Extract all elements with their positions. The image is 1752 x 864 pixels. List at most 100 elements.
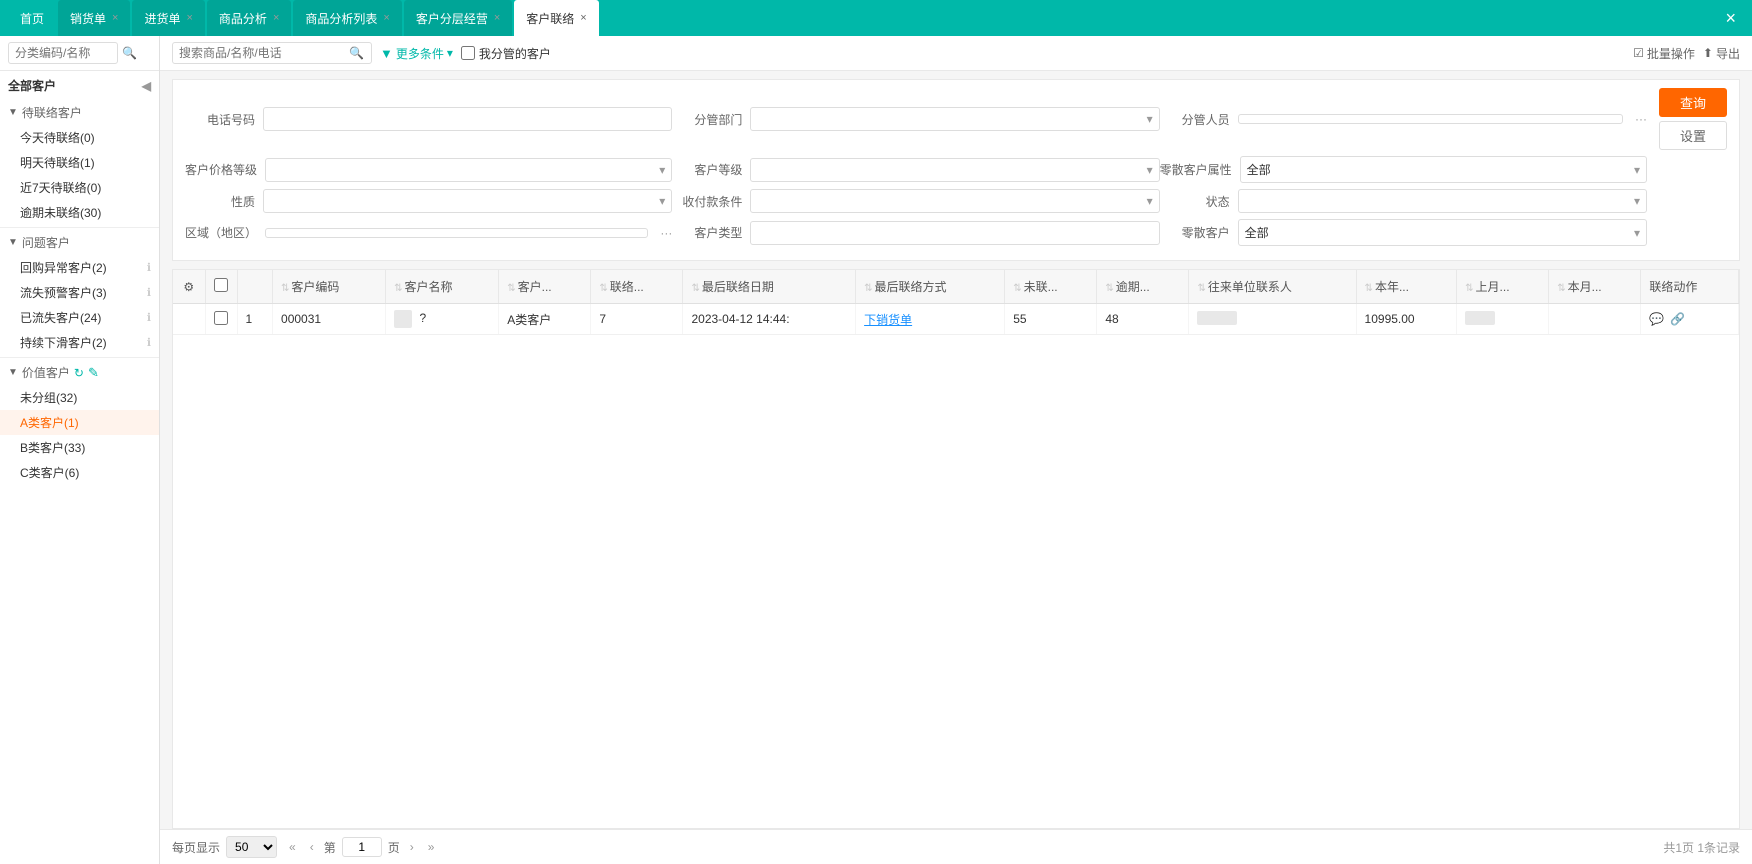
sidebar-search-input[interactable]: [8, 42, 118, 64]
sidebar-section-pending[interactable]: ▼ 待联络客户: [0, 100, 159, 125]
filter-dept-label: 分管部门: [672, 111, 742, 128]
filter-retail-customer-select[interactable]: 全部 ▾: [1238, 219, 1647, 246]
nav-tab-customer-contact[interactable]: 客户联络 ×: [514, 0, 598, 36]
page-first-button[interactable]: «: [285, 838, 300, 856]
setting-button[interactable]: 设置: [1659, 121, 1727, 150]
sidebar-item-c-class[interactable]: C类客户(6): [0, 460, 159, 485]
th-settings[interactable]: ⚙: [173, 270, 205, 304]
table-row: 1 000031 ? A类客户 7 2023-04-12 14:44: 下销货单…: [173, 304, 1739, 335]
section-value-refresh-icon[interactable]: ↻: [74, 366, 84, 380]
last-contact-method-link[interactable]: 下销货单: [864, 313, 912, 327]
nav-tab-home[interactable]: 首页: [8, 0, 56, 36]
page-prev-button[interactable]: ‹: [306, 838, 318, 856]
sidebar-item-repurchase-label: 回购异常客户(2): [20, 259, 107, 276]
filter-price-grade-select[interactable]: ▾: [265, 158, 672, 182]
filter-manager-select[interactable]: [1238, 114, 1623, 124]
th-no-contact-days[interactable]: ⇅未联...: [1005, 270, 1097, 304]
batch-ops-button[interactable]: ☑ 批量操作: [1633, 45, 1695, 62]
sidebar-section-problem[interactable]: ▼ 问题客户: [0, 230, 159, 255]
nav-tab-product-list[interactable]: 商品分析列表 ×: [293, 0, 401, 36]
page-size-select[interactable]: 50 100: [226, 836, 277, 858]
td-this-month: [1549, 304, 1641, 335]
sidebar-collapse-icon[interactable]: ◀: [142, 79, 151, 93]
filter-customer-type-input[interactable]: [750, 221, 1159, 245]
export-button[interactable]: ⬆ 导出: [1703, 45, 1740, 62]
sort-customer-code-icon: ⇅: [281, 283, 289, 294]
section-problem-label: 问题客户: [22, 234, 70, 251]
toolbar-search-input[interactable]: [179, 46, 349, 60]
close-sales-tab[interactable]: ×: [112, 12, 118, 24]
close-purchase-tab[interactable]: ×: [186, 12, 192, 24]
sidebar-item-repurchase-abnormal[interactable]: 回购异常客户(2) ℹ: [0, 255, 159, 280]
nav-tab-product-analysis[interactable]: 商品分析 ×: [207, 0, 291, 36]
sidebar-item-today[interactable]: 今天待联络(0): [0, 125, 159, 150]
filter-retail-attr-select[interactable]: 全部 ▾: [1240, 156, 1647, 183]
sidebar-search-icon[interactable]: 🔍: [122, 46, 137, 60]
sidebar-item-churn-warning[interactable]: 流失预警客户(3) ℹ: [0, 280, 159, 305]
sidebar-item-overdue[interactable]: 逾期未联络(30): [0, 200, 159, 225]
action-link-icon[interactable]: 🔗: [1670, 312, 1685, 326]
filter-phone-input[interactable]: [263, 107, 672, 131]
nav-tab-sales[interactable]: 销货单 ×: [58, 0, 130, 36]
filter-status-select[interactable]: ▾: [1238, 189, 1647, 213]
section-value-edit-icon[interactable]: ✎: [88, 365, 99, 381]
th-company-contact[interactable]: ⇅往来单位联系人: [1189, 270, 1356, 304]
filter-region-dots[interactable]: ···: [660, 226, 672, 240]
td-last-contact-method[interactable]: 下销货单: [856, 304, 1005, 335]
filter-nature-arrow-icon: ▾: [659, 194, 665, 208]
sidebar-item-b-class[interactable]: B类客户(33): [0, 435, 159, 460]
nav-tab-customer-tier[interactable]: 客户分层经营 ×: [404, 0, 512, 36]
th-this-year[interactable]: ⇅本年...: [1356, 270, 1457, 304]
table-select-all-checkbox[interactable]: [214, 278, 228, 292]
filter-actions: 查询 设置: [1647, 88, 1727, 150]
th-last-contact-method[interactable]: ⇅最后联络方式: [856, 270, 1005, 304]
sidebar-item-a-class-label: A类客户(1): [20, 414, 79, 431]
sidebar-item-a-class[interactable]: A类客户(1): [0, 410, 159, 435]
close-product-list-tab[interactable]: ×: [383, 12, 389, 24]
batch-ops-label: 批量操作: [1647, 45, 1695, 62]
nav-tab-purchase[interactable]: 进货单 ×: [132, 0, 204, 36]
filter-retail-attr-label: 零散客户属性: [1160, 161, 1232, 178]
action-chat-icon[interactable]: 💬: [1649, 312, 1664, 326]
query-button[interactable]: 查询: [1659, 88, 1727, 117]
close-product-analysis-tab[interactable]: ×: [273, 12, 279, 24]
toolbar-search-icon[interactable]: 🔍: [349, 46, 364, 60]
th-customer-name[interactable]: ⇅客户名称: [386, 270, 499, 304]
sidebar-all-customers-header: 全部客户 ◀: [0, 71, 159, 100]
filter-row-2: 客户价格等级 ▾ 客户等级 ▾ 零散客户属性 全部: [185, 156, 1727, 183]
toolbar: 🔍 ▼ 更多条件 ▾ 我分管的客户 ☑ 批量操作 ⬆ 导出: [160, 36, 1752, 71]
more-filter-button[interactable]: ▼ 更多条件 ▾: [380, 45, 453, 62]
filter-region-select[interactable]: [265, 228, 648, 238]
page-last-button[interactable]: »: [424, 838, 439, 856]
filter-customer-grade-select[interactable]: ▾: [750, 158, 1159, 182]
th-this-month[interactable]: ⇅本月...: [1549, 270, 1641, 304]
th-customer-grade[interactable]: ⇅客户...: [499, 270, 591, 304]
close-customer-tier-tab[interactable]: ×: [494, 12, 500, 24]
sidebar-item-tomorrow[interactable]: 明天待联络(1): [0, 150, 159, 175]
filter-nature-select[interactable]: ▾: [263, 189, 672, 213]
sidebar-item-ungrouped[interactable]: 未分组(32): [0, 385, 159, 410]
sidebar-item-7days[interactable]: 近7天待联络(0): [0, 175, 159, 200]
sidebar-item-declining[interactable]: 持续下滑客户(2) ℹ: [0, 330, 159, 355]
main-layout: 🔍 全部客户 ◀ ▼ 待联络客户 今天待联络(0) 明天待联络(1) 近7天待联…: [0, 36, 1752, 864]
close-all-tabs-button[interactable]: ×: [1717, 8, 1744, 29]
th-overdue-days[interactable]: ⇅逾期...: [1097, 270, 1189, 304]
nav-tab-customer-tier-label: 客户分层经营: [416, 10, 488, 27]
th-contact-count[interactable]: ⇅联络...: [591, 270, 683, 304]
sidebar-section-value[interactable]: ▼ 价值客户 ↻ ✎: [0, 360, 159, 385]
row-checkbox[interactable]: [214, 311, 228, 325]
page-next-button[interactable]: ›: [406, 838, 418, 856]
close-customer-contact-tab[interactable]: ×: [580, 12, 586, 24]
page-number-input[interactable]: [342, 837, 382, 857]
th-last-month[interactable]: ⇅上月...: [1457, 270, 1549, 304]
filter-manager-dots[interactable]: ···: [1635, 112, 1647, 126]
my-customer-checkbox[interactable]: [461, 46, 475, 60]
nav-tab-home-label: 首页: [20, 10, 44, 27]
filter-payment-select[interactable]: ▾: [750, 189, 1159, 213]
filter-dept-select[interactable]: ▾: [750, 107, 1159, 131]
sidebar-item-churned-label: 已流失客户(24): [20, 309, 101, 326]
th-customer-code[interactable]: ⇅客户编码: [273, 270, 386, 304]
sidebar-item-churned[interactable]: 已流失客户(24) ℹ: [0, 305, 159, 330]
filter-item-region: 区域（地区） ···: [185, 224, 672, 241]
th-last-contact-date[interactable]: ⇅最后联络日期: [683, 270, 856, 304]
